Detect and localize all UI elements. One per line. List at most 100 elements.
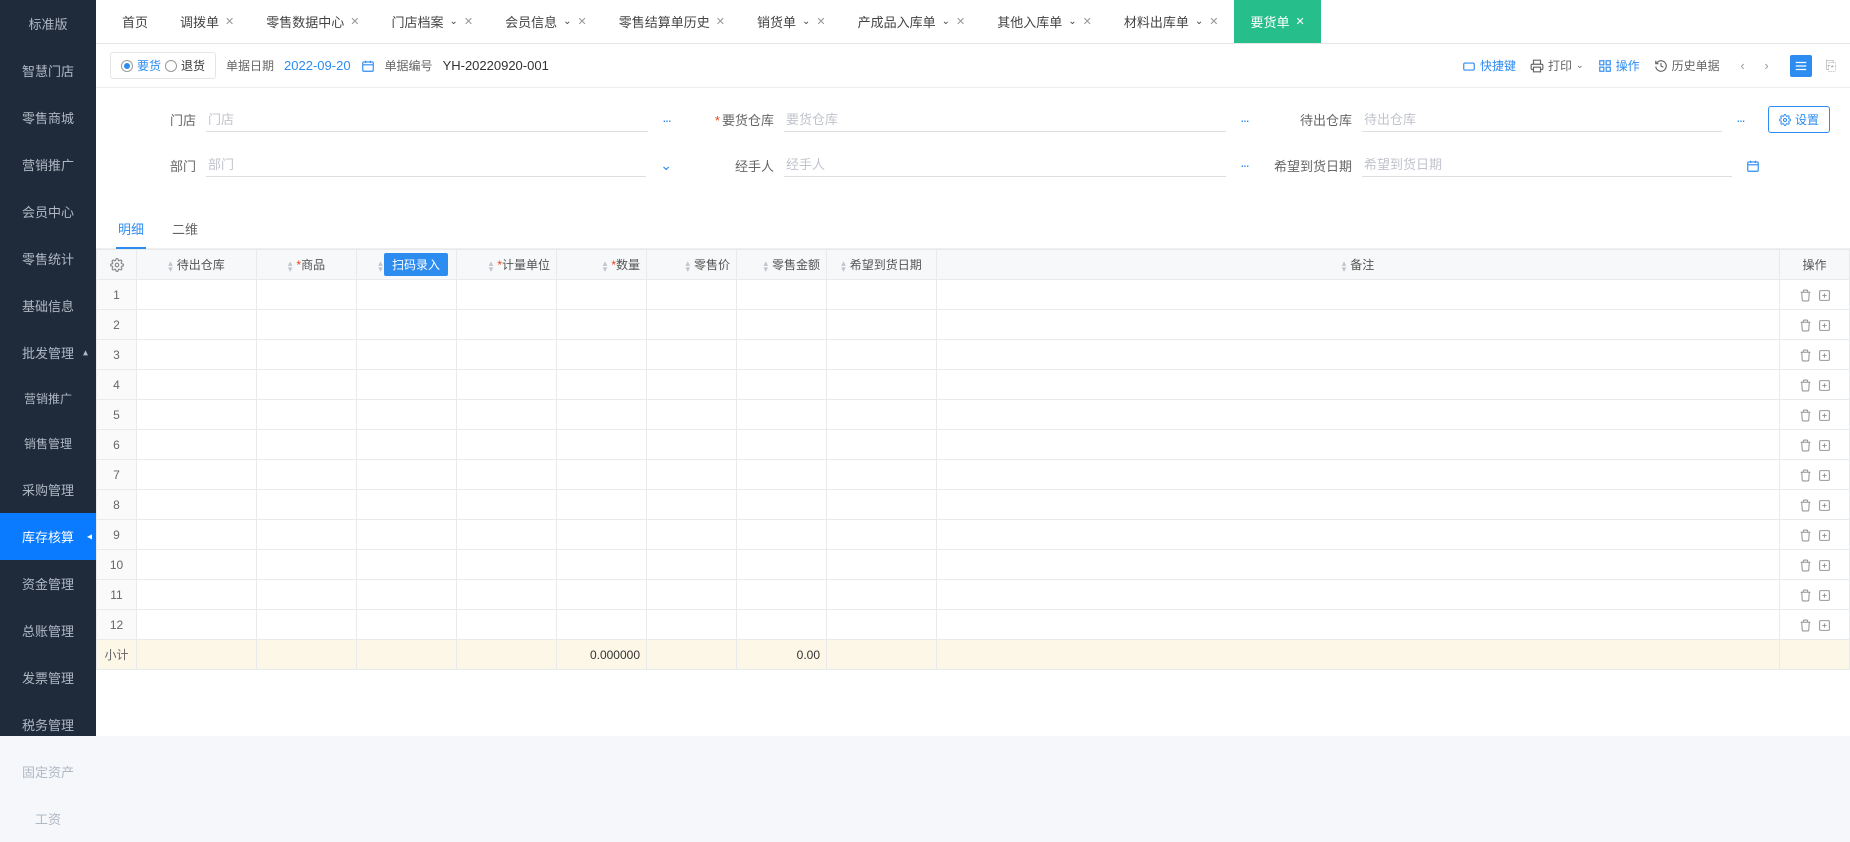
table-row[interactable]: 5 (97, 400, 1850, 430)
sidebar-item[interactable]: 固定资产 (0, 748, 96, 795)
cell-unit[interactable] (457, 280, 557, 310)
cell-out-wh[interactable] (137, 490, 257, 520)
cell-qty[interactable] (557, 430, 647, 460)
cell-product[interactable] (257, 490, 357, 520)
table-row[interactable]: 11 (97, 580, 1850, 610)
delete-row-icon[interactable] (1799, 377, 1812, 392)
tab[interactable]: 零售数据中心✕ (250, 0, 375, 43)
cell-qty[interactable] (557, 340, 647, 370)
add-row-icon[interactable] (1818, 467, 1831, 482)
table-row[interactable]: 7 (97, 460, 1850, 490)
th-remark[interactable]: ▴▾备注 (937, 250, 1780, 280)
calendar-icon[interactable] (361, 58, 375, 74)
cell-product[interactable] (257, 550, 357, 580)
delete-row-icon[interactable] (1799, 347, 1812, 362)
table-row[interactable]: 8 (97, 490, 1850, 520)
cell-qty[interactable] (557, 550, 647, 580)
delete-row-icon[interactable] (1799, 467, 1812, 482)
out-wh-input[interactable] (1362, 108, 1722, 132)
sidebar-item[interactable]: 工资 (0, 795, 96, 842)
add-row-icon[interactable] (1818, 317, 1831, 332)
cell-retail-amount[interactable] (737, 610, 827, 640)
cell-remark[interactable] (937, 580, 1780, 610)
cell-spec[interactable] (357, 280, 457, 310)
ellipsis-icon[interactable]: ··· (1236, 157, 1252, 173)
calendar-icon[interactable] (1742, 157, 1764, 173)
cell-qty[interactable] (557, 280, 647, 310)
cell-retail-price[interactable] (647, 310, 737, 340)
cell-wish-date[interactable] (827, 400, 937, 430)
sidebar-item[interactable]: 营销推广 (0, 376, 96, 421)
cell-spec[interactable] (357, 430, 457, 460)
close-icon[interactable]: ✕ (350, 15, 359, 28)
close-icon[interactable]: ✕ (1295, 15, 1304, 28)
sidebar-item[interactable]: 标准版 (0, 0, 96, 47)
cell-remark[interactable] (937, 280, 1780, 310)
store-input[interactable] (206, 108, 648, 132)
add-row-icon[interactable] (1818, 347, 1831, 362)
cell-retail-price[interactable] (647, 490, 737, 520)
cell-retail-price[interactable] (647, 580, 737, 610)
tab[interactable]: 产成品入库单⌄✕ (842, 0, 982, 43)
cell-wish-date[interactable] (827, 490, 937, 520)
delete-row-icon[interactable] (1799, 317, 1812, 332)
cell-retail-amount[interactable] (737, 430, 827, 460)
cell-spec[interactable] (357, 370, 457, 400)
cell-unit[interactable] (457, 340, 557, 370)
view-toggle-button[interactable] (1790, 55, 1812, 77)
delete-row-icon[interactable] (1799, 497, 1812, 512)
cell-retail-price[interactable] (647, 610, 737, 640)
sidebar-item[interactable]: 资金管理 (0, 560, 96, 607)
cell-spec[interactable] (357, 460, 457, 490)
hotkey-button[interactable]: 快捷键 (1462, 57, 1516, 74)
cell-retail-price[interactable] (647, 460, 737, 490)
th-qty[interactable]: ▴▾*数量 (557, 250, 647, 280)
close-icon[interactable]: ✕ (1209, 15, 1218, 28)
sidebar-item[interactable]: 税务管理 (0, 701, 96, 748)
cell-retail-amount[interactable] (737, 580, 827, 610)
cell-wish-date[interactable] (827, 460, 937, 490)
cell-spec[interactable] (357, 610, 457, 640)
cell-unit[interactable] (457, 610, 557, 640)
cell-product[interactable] (257, 430, 357, 460)
delete-row-icon[interactable] (1799, 557, 1812, 572)
cell-product[interactable] (257, 280, 357, 310)
add-row-icon[interactable] (1818, 587, 1831, 602)
cell-remark[interactable] (937, 400, 1780, 430)
cell-spec[interactable] (357, 520, 457, 550)
gear-column-header[interactable] (97, 250, 137, 280)
cell-retail-price[interactable] (647, 430, 737, 460)
cell-remark[interactable] (937, 370, 1780, 400)
cell-remark[interactable] (937, 430, 1780, 460)
cell-wish-date[interactable] (827, 550, 937, 580)
cell-product[interactable] (257, 610, 357, 640)
subtab-2d[interactable]: 二维 (170, 209, 200, 248)
cell-out-wh[interactable] (137, 460, 257, 490)
delete-row-icon[interactable] (1799, 527, 1812, 542)
add-row-icon[interactable] (1818, 557, 1831, 572)
ellipsis-icon[interactable]: ··· (658, 112, 674, 128)
cell-retail-amount[interactable] (737, 340, 827, 370)
th-product[interactable]: ▴▾*商品 (257, 250, 357, 280)
table-row[interactable]: 2 (97, 310, 1850, 340)
sidebar-item[interactable]: 总账管理 (0, 607, 96, 654)
tab[interactable]: 要货单✕ (1234, 0, 1320, 43)
cell-unit[interactable] (457, 310, 557, 340)
dock-icon[interactable]: ⎘ (1826, 58, 1836, 74)
doc-date-value[interactable]: 2022-09-20 (284, 58, 351, 73)
table-row[interactable]: 12 (97, 610, 1850, 640)
cell-spec[interactable] (357, 490, 457, 520)
cell-wish-date[interactable] (827, 430, 937, 460)
cell-qty[interactable] (557, 520, 647, 550)
cell-qty[interactable] (557, 400, 647, 430)
cell-wish-date[interactable] (827, 370, 937, 400)
cell-out-wh[interactable] (137, 610, 257, 640)
cell-spec[interactable] (357, 550, 457, 580)
cell-qty[interactable] (557, 310, 647, 340)
cell-wish-date[interactable] (827, 580, 937, 610)
sidebar-item[interactable]: 发票管理 (0, 654, 96, 701)
cell-unit[interactable] (457, 520, 557, 550)
tab[interactable]: 销货单⌄✕ (741, 0, 842, 43)
table-row[interactable]: 10 (97, 550, 1850, 580)
th-out-wh[interactable]: ▴▾待出仓库 (137, 250, 257, 280)
